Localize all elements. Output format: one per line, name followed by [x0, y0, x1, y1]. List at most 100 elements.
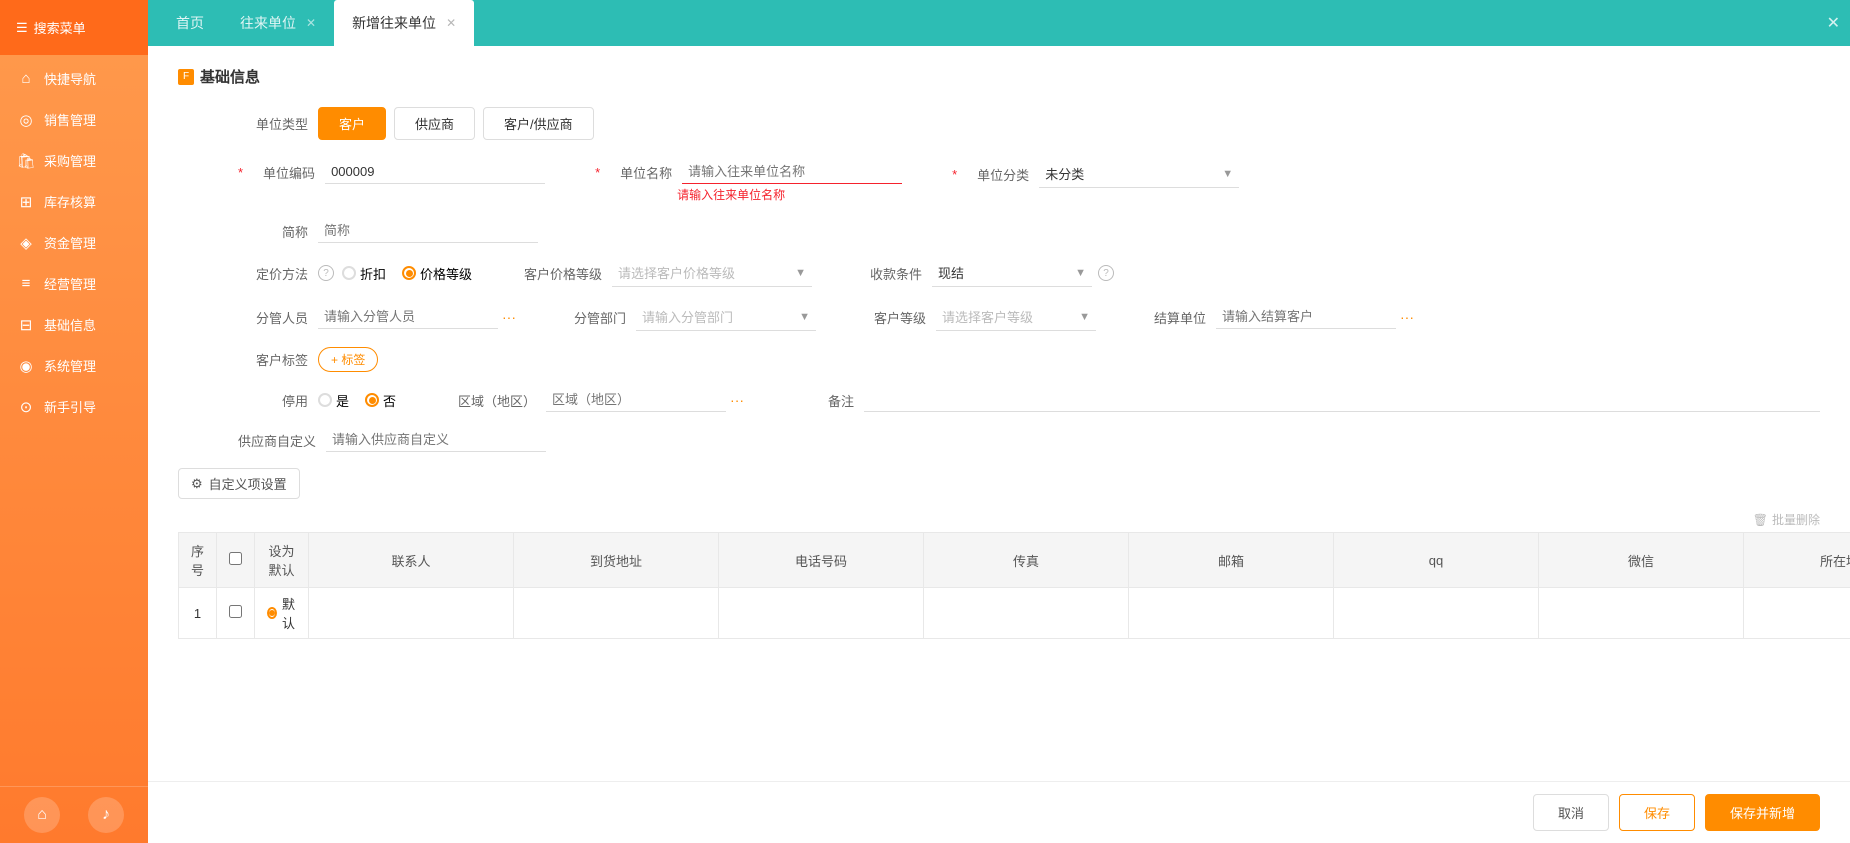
- customer-price-level-select[interactable]: 请选择客户价格等级 ▼: [612, 259, 812, 287]
- sidebar-icon-basic-info: ⊟: [16, 316, 36, 334]
- unit-name-input[interactable]: [682, 160, 902, 184]
- sidebar-label-system: 系统管理: [44, 356, 96, 375]
- sidebar-icon-quick-nav: ⌂: [16, 70, 36, 87]
- payment-terms-select[interactable]: 现结 ▼: [932, 259, 1092, 287]
- customer-level-chevron: ▼: [1079, 311, 1090, 323]
- customer-level-select[interactable]: 请选择客户等级 ▼: [936, 303, 1096, 331]
- save-btn[interactable]: 保存: [1619, 794, 1695, 831]
- row-address: [514, 588, 719, 639]
- sidebar-user-btn[interactable]: ♪: [88, 797, 124, 833]
- custom-settings-icon: ⚙: [191, 476, 203, 492]
- region-more-btn[interactable]: ···: [730, 392, 744, 408]
- unit-type-row: 单位类型 客户 供应商 客户/供应商: [238, 107, 1820, 140]
- radio-discount[interactable]: 折扣: [342, 264, 386, 283]
- tab-close-trade-units[interactable]: ✕: [306, 16, 316, 30]
- sidebar-bottom: ⌂ ♪: [0, 786, 148, 843]
- sidebar-item-inventory[interactable]: ⊞库存核算: [0, 182, 148, 221]
- customer-level-field: 客户等级 请选择客户等级 ▼: [856, 303, 1096, 331]
- settlement-unit-field: 结算单位 ···: [1136, 305, 1414, 329]
- tab-label-new-trade-unit: 新增往来单位: [352, 13, 436, 33]
- radio-no-dot: [369, 397, 376, 404]
- department-label: 分管部门: [556, 308, 636, 327]
- tab-close-new-trade-unit[interactable]: ✕: [446, 16, 456, 30]
- payment-terms-help-icon[interactable]: ?: [1098, 265, 1114, 281]
- remark-input[interactable]: [864, 388, 1820, 412]
- radio-price-level[interactable]: 价格等级: [402, 264, 472, 283]
- table-col-header: 到货地址: [514, 533, 719, 588]
- unit-category-select[interactable]: 未分类 ▼: [1039, 160, 1239, 188]
- trash-icon: 🗑: [1753, 513, 1768, 527]
- row-fax-input[interactable]: [936, 602, 1116, 625]
- sidebar-label-finance: 资金管理: [44, 233, 96, 252]
- row-phone-input[interactable]: [731, 602, 911, 625]
- sidebar-item-basic-info[interactable]: ⊟ 基础信息: [0, 305, 148, 344]
- radio-yes-circle: [318, 393, 332, 407]
- row-region-input[interactable]: [1756, 602, 1850, 625]
- department-select[interactable]: 请输入分管部门 ▼: [636, 303, 816, 331]
- sidebar-item-quick-nav[interactable]: ⌂快捷导航: [0, 59, 148, 98]
- type-btn-both[interactable]: 客户/供应商: [483, 107, 594, 140]
- sidebar-label-sales: 销售管理: [44, 110, 96, 129]
- short-name-input[interactable]: [318, 219, 538, 243]
- manager-more-btn[interactable]: ···: [502, 309, 516, 325]
- settlement-unit-input[interactable]: [1216, 305, 1396, 329]
- sidebar-item-sales[interactable]: ◎销售管理: [0, 100, 148, 139]
- tab-new-trade-unit[interactable]: 新增往来单位 ✕: [334, 0, 474, 46]
- row-wechat: [1539, 588, 1744, 639]
- sidebar-label-purchase: 采购管理: [44, 151, 96, 170]
- save-and-new-btn[interactable]: 保存并新增: [1705, 794, 1820, 831]
- type-btn-supplier[interactable]: 供应商: [394, 107, 475, 140]
- sidebar-home-btn[interactable]: ⌂: [24, 797, 60, 833]
- radio-yes[interactable]: 是: [318, 391, 349, 410]
- radio-no[interactable]: 否: [365, 391, 396, 410]
- pricing-help-icon[interactable]: ?: [318, 265, 334, 281]
- tab-bar-close[interactable]: ✕: [1827, 13, 1840, 33]
- batch-delete-label: 批量删除: [1772, 511, 1820, 528]
- sidebar-item-finance[interactable]: ◈资金管理: [0, 223, 148, 262]
- select-all-checkbox[interactable]: [229, 552, 242, 565]
- row-wechat-input[interactable]: [1551, 602, 1731, 625]
- region-input[interactable]: [546, 388, 726, 412]
- supplier-custom-input[interactable]: [326, 428, 546, 452]
- unit-category-chevron: ▼: [1222, 168, 1233, 180]
- table-col-header: [217, 533, 255, 588]
- sidebar-search[interactable]: ☰ 搜索菜单: [0, 10, 148, 45]
- row-address-input[interactable]: [526, 602, 706, 625]
- sidebar-item-system[interactable]: ◉系统管理: [0, 346, 148, 385]
- row-email-input[interactable]: [1141, 602, 1321, 625]
- radio-discount-circle: [342, 266, 356, 280]
- row-qq-input[interactable]: [1346, 602, 1526, 625]
- sidebar-label-basic-info: 基础信息: [44, 315, 96, 334]
- unit-code-label: 单位编码: [245, 163, 325, 182]
- sidebar-item-guide[interactable]: ⊙新手引导: [0, 387, 148, 426]
- payment-terms-value: 现结: [938, 263, 964, 282]
- tab-trade-units[interactable]: 往来单位✕: [222, 0, 334, 46]
- section-icon: F: [178, 69, 194, 85]
- table-col-header: 邮箱: [1129, 533, 1334, 588]
- table-col-header: 微信: [1539, 533, 1744, 588]
- sidebar-icon-operation: ≡: [16, 275, 36, 292]
- sidebar-item-purchase[interactable]: 🛍采购管理: [0, 141, 148, 180]
- row-contact-input[interactable]: [321, 602, 501, 625]
- batch-delete-btn[interactable]: 🗑 批量删除: [1753, 511, 1820, 528]
- unit-category-required: *: [952, 167, 957, 182]
- radio-price-level-dot: [406, 270, 413, 277]
- customer-price-level-placeholder: 请选择客户价格等级: [618, 263, 735, 282]
- settlement-unit-more-btn[interactable]: ···: [1400, 309, 1414, 325]
- table-col-header: 电话号码: [719, 533, 924, 588]
- add-tag-btn[interactable]: + 标签: [318, 347, 378, 372]
- unit-code-field: * 单位编码: [238, 160, 545, 184]
- row-default-radio[interactable]: [267, 607, 277, 619]
- sidebar-item-operation[interactable]: ≡经营管理: [0, 264, 148, 303]
- custom-settings-btn[interactable]: ⚙ 自定义项设置: [178, 468, 300, 499]
- cancel-btn[interactable]: 取消: [1533, 794, 1609, 831]
- row-checkbox[interactable]: [229, 605, 242, 618]
- tab-home[interactable]: 首页: [158, 0, 222, 46]
- remark-label: 备注: [784, 391, 864, 410]
- disabled-radio-group: 是 否: [318, 391, 396, 410]
- unit-code-input[interactable]: [325, 160, 545, 184]
- search-label: 搜索菜单: [34, 18, 86, 37]
- row-default-cell: 默认: [255, 588, 309, 639]
- type-btn-customer[interactable]: 客户: [318, 107, 386, 140]
- manager-input[interactable]: [318, 305, 498, 329]
